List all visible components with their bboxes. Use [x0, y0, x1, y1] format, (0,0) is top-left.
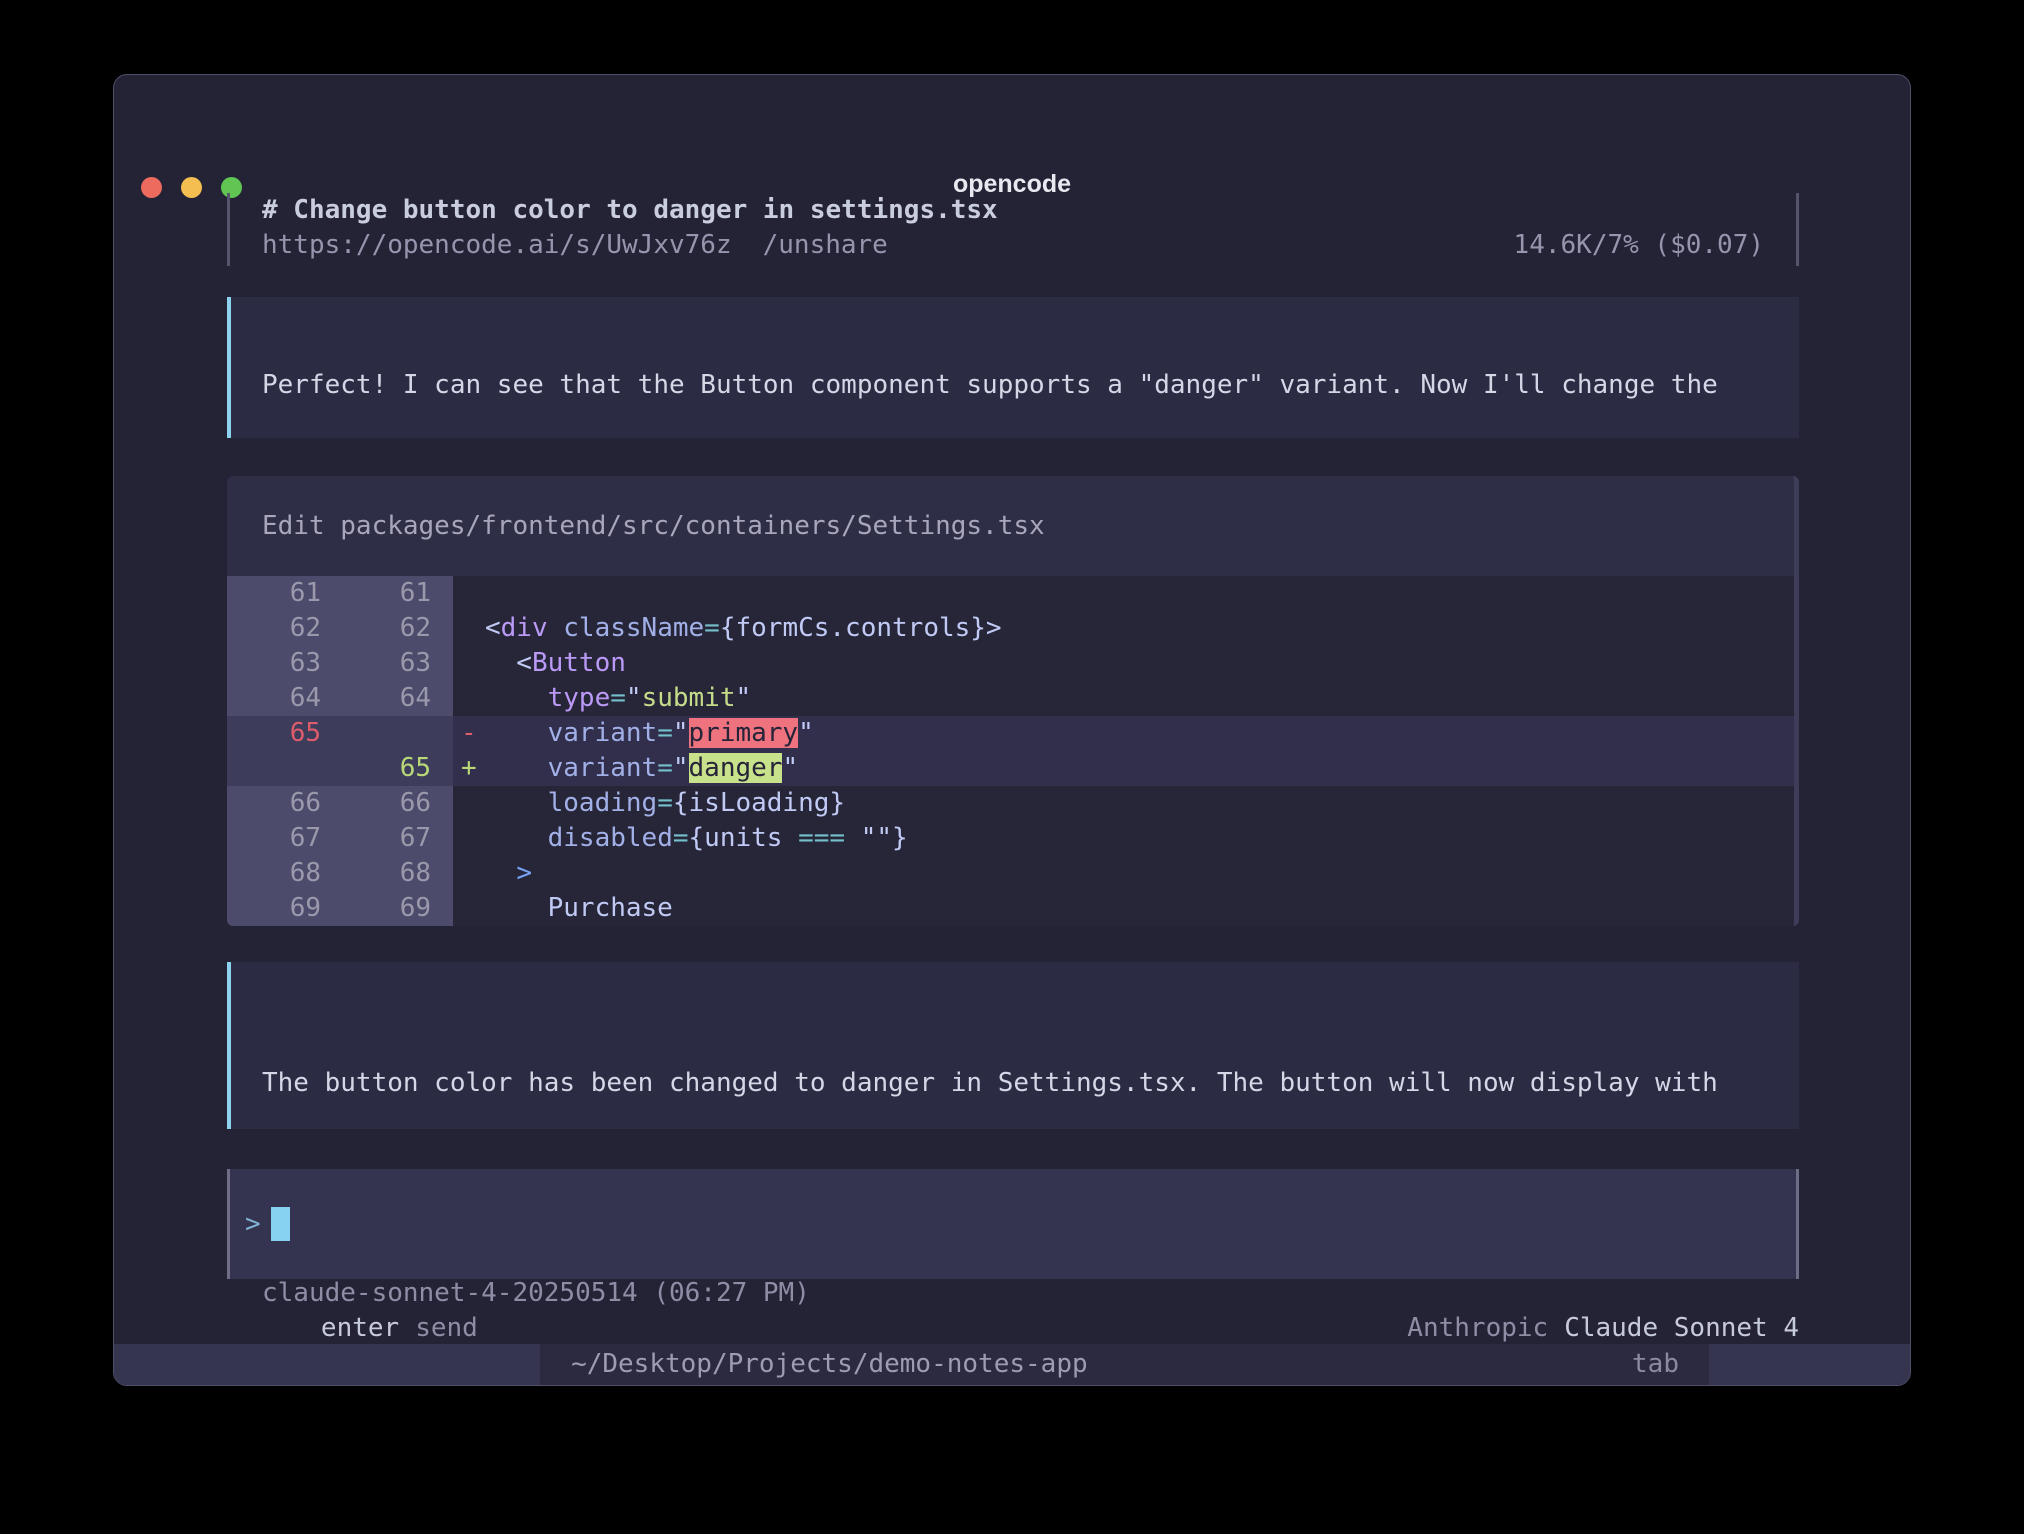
hints-row: entersend AnthropicClaude Sonnet 4: [227, 1276, 1799, 1311]
diff-row: 65+ variant="danger": [227, 751, 1794, 786]
prompt-caret: >: [245, 1209, 261, 1239]
prompt-input[interactable]: >: [227, 1169, 1799, 1279]
share-url[interactable]: https://opencode.ai/s/UwJxv76z: [262, 228, 732, 263]
diff-row: 6464 type="submit": [227, 681, 1794, 716]
assistant-message: Perfect! I can see that the Button compo…: [227, 297, 1799, 438]
token-usage-cost: 14.6K/7% ($0.07): [1514, 228, 1764, 263]
tab-key-hint: tab: [1632, 1344, 1679, 1385]
text-cursor: [271, 1207, 290, 1241]
diff-row: 6666 loading={isLoading}: [227, 786, 1794, 821]
provider-label: Anthropic: [1407, 1313, 1548, 1343]
send-hint: send: [415, 1313, 478, 1343]
model-label: Claude Sonnet 4: [1564, 1313, 1799, 1343]
session-title: # Change button color to danger in setti…: [262, 193, 1764, 228]
diff-row: 6262 <div className={formCs.controls}>: [227, 611, 1794, 646]
opencode-window: opencode # Change button color to danger…: [113, 74, 1911, 1386]
diff-view: 6161 6262 <div className={formCs.control…: [227, 576, 1794, 926]
status-bar: opencodev0.3.11 ~/Desktop/Projects/demo-…: [114, 1344, 1910, 1385]
mode-indicator: BUILDMODE: [1709, 1344, 1910, 1385]
diff-row: 6363 <Button: [227, 646, 1794, 681]
edit-file-title: Edit packages/frontend/src/containers/Se…: [227, 476, 1794, 576]
diff-row: 6161: [227, 576, 1794, 611]
diff-row: 65- variant="primary": [227, 716, 1794, 751]
unshare-command[interactable]: /unshare: [763, 228, 888, 263]
edit-tool-block: Edit packages/frontend/src/containers/Se…: [227, 476, 1799, 926]
assistant-message: The button color has been changed to dan…: [227, 962, 1799, 1129]
project-path: ~/Desktop/Projects/demo-notes-app: [571, 1344, 1088, 1385]
message-line: The button color has been changed to dan…: [262, 1066, 1799, 1101]
enter-key-hint: enter: [321, 1313, 399, 1343]
diff-row: 6868 >: [227, 856, 1794, 891]
diff-row: 6767 disabled={units === ""}: [227, 821, 1794, 856]
session-header: # Change button color to danger in setti…: [227, 193, 1799, 266]
diff-row: 6969 Purchase: [227, 891, 1794, 926]
app-version-badge: opencodev0.3.11: [114, 1344, 540, 1385]
message-line: Perfect! I can see that the Button compo…: [262, 368, 1799, 403]
